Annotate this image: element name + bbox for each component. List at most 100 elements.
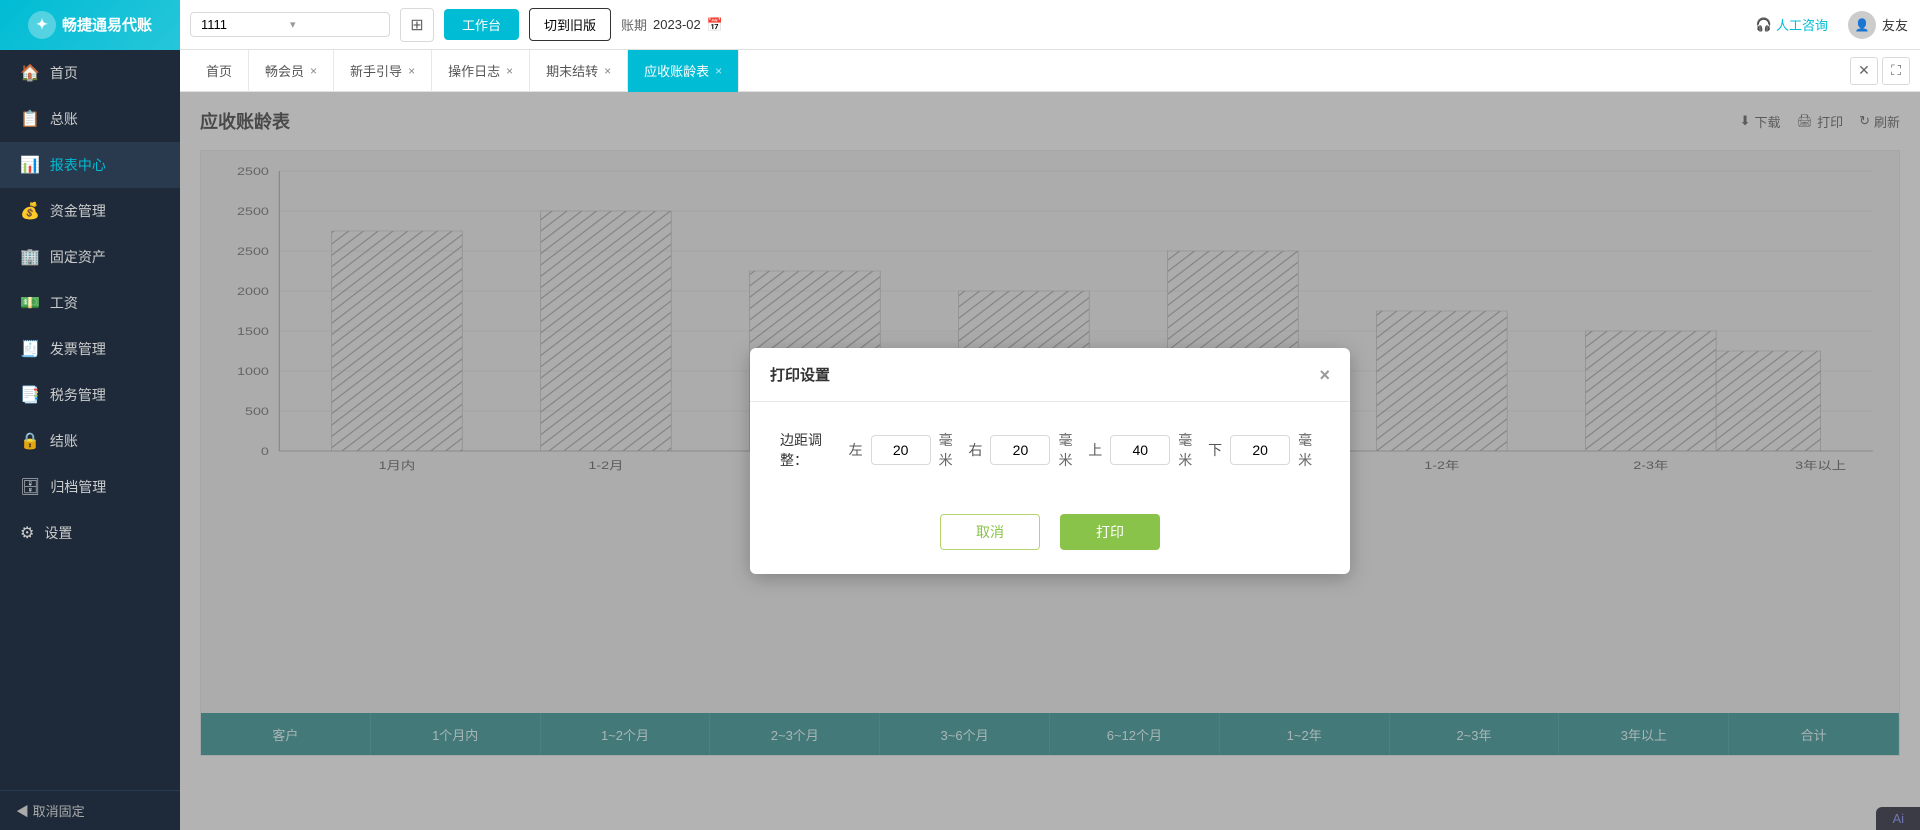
tab-oplog-close[interactable]: × xyxy=(506,64,513,78)
service-button[interactable]: 🎧 人工咨询 xyxy=(1756,15,1828,34)
dialog-close-button[interactable]: × xyxy=(1319,366,1330,384)
right-unit: 毫米 xyxy=(1058,430,1080,470)
top-margin-input[interactable] xyxy=(1110,435,1170,465)
archive-icon: 🗄 xyxy=(20,477,40,497)
chevron-down-icon: ▾ xyxy=(290,18,379,31)
workbench-button[interactable]: 工作台 xyxy=(444,9,519,40)
user-button[interactable]: 👤 友友 xyxy=(1848,11,1908,39)
sidebar-label-funds: 资金管理 xyxy=(50,201,106,221)
margin-adjust-label: 边距调整： xyxy=(780,430,835,470)
sidebar-label-home: 首页 xyxy=(50,63,78,83)
sidebar-scroll: 🏠 首页 📋 总账 📊 报表中心 💰 资金管理 🏢 固定资产 💵 工资 xyxy=(0,50,180,790)
tab-member[interactable]: 畅会员 × xyxy=(249,50,334,92)
switch-version-button[interactable]: 切到旧版 xyxy=(529,8,611,41)
sidebar-label-assets: 固定资产 xyxy=(50,247,106,267)
ledger-icon: 📋 xyxy=(20,109,40,129)
sidebar-label-ledger: 总账 xyxy=(50,109,78,129)
tab-ar-aging-label: 应收账龄表 xyxy=(644,61,709,80)
sidebar-item-close[interactable]: 🔒 结账 xyxy=(0,418,180,464)
bottom-label: 下 xyxy=(1208,440,1222,460)
logo-icon: ✦ xyxy=(28,11,56,39)
sidebar-bottom-label: ◀ 取消固定 xyxy=(16,801,85,820)
settings-icon: ⚙ xyxy=(20,523,34,543)
home-icon: 🏠 xyxy=(20,63,40,83)
service-label: 人工咨询 xyxy=(1776,15,1828,34)
sidebar-label-tax: 税务管理 xyxy=(50,385,106,405)
funds-icon: 💰 xyxy=(20,201,40,221)
top-header: ✦ 畅捷通易代账 1111 ▾ ⊞ 工作台 切到旧版 账期 2023-02 📅 … xyxy=(0,0,1920,50)
tab-ar-aging-close[interactable]: × xyxy=(715,64,722,78)
calendar-icon[interactable]: 📅 xyxy=(707,17,723,33)
sidebar-item-assets[interactable]: 🏢 固定资产 xyxy=(0,234,180,280)
left-unit: 毫米 xyxy=(939,430,961,470)
sidebar: 🏠 首页 📋 总账 📊 报表中心 💰 资金管理 🏢 固定资产 💵 工资 xyxy=(0,50,180,830)
cancel-button[interactable]: 取消 xyxy=(940,514,1040,550)
tax-icon: 📑 xyxy=(20,385,40,405)
sidebar-item-archive[interactable]: 🗄 归档管理 xyxy=(0,464,180,510)
dialog-header: 打印设置 × xyxy=(750,348,1350,402)
sidebar-item-tax[interactable]: 📑 税务管理 xyxy=(0,372,180,418)
page-content: 应收账龄表 ⬇ 下载 🖨 打印 ↻ 刷新 xyxy=(180,92,1920,830)
user-label: 友友 xyxy=(1882,15,1908,34)
margin-row: 边距调整： 左 毫米 右 毫米 上 毫米 下 毫米 xyxy=(780,430,1320,470)
top-unit: 毫米 xyxy=(1178,430,1200,470)
header-right: 🎧 人工咨询 👤 友友 xyxy=(1756,11,1908,39)
right-label: 右 xyxy=(968,440,982,460)
sidebar-label-reports: 报表中心 xyxy=(50,155,106,175)
headset-icon: 🎧 xyxy=(1756,17,1772,33)
sidebar-label-archive: 归档管理 xyxy=(50,477,106,497)
company-selector[interactable]: 1111 ▾ xyxy=(190,12,390,37)
period-value: 2023-02 xyxy=(653,17,701,32)
reports-icon: 📊 xyxy=(20,155,40,175)
tab-period-close[interactable]: 期末结转 × xyxy=(530,50,628,92)
period-label: 账期 xyxy=(621,15,647,34)
sidebar-item-home[interactable]: 🏠 首页 xyxy=(0,50,180,96)
sidebar-item-ledger[interactable]: 📋 总账 xyxy=(0,96,180,142)
sidebar-item-settings[interactable]: ⚙ 设置 xyxy=(0,510,180,556)
tab-actions: ✕ ⛶ xyxy=(1850,57,1910,85)
tab-close-all-button[interactable]: ✕ xyxy=(1850,57,1878,85)
tab-expand-button[interactable]: ⛶ xyxy=(1882,57,1910,85)
content-area: 首页 畅会员 × 新手引导 × 操作日志 × 期末结转 × 应收账龄表 × xyxy=(180,50,1920,830)
left-margin-input[interactable] xyxy=(871,435,931,465)
tab-member-label: 畅会员 xyxy=(265,61,304,80)
tab-guide-close[interactable]: × xyxy=(408,64,415,78)
avatar: 👤 xyxy=(1848,11,1876,39)
period-area: 账期 2023-02 📅 xyxy=(621,15,723,34)
tab-member-close[interactable]: × xyxy=(310,64,317,78)
sidebar-collapse-button[interactable]: ◀ 取消固定 xyxy=(0,790,180,830)
tab-oplog[interactable]: 操作日志 × xyxy=(432,50,530,92)
top-label: 上 xyxy=(1088,440,1102,460)
tab-period-close-label: 期末结转 xyxy=(546,61,598,80)
tab-guide-label: 新手引导 xyxy=(350,61,402,80)
app-title: 畅捷通易代账 xyxy=(62,14,152,35)
tab-ar-aging[interactable]: 应收账龄表 × xyxy=(628,50,739,92)
assets-icon: 🏢 xyxy=(20,247,40,267)
copy-icon[interactable]: ⊞ xyxy=(400,8,434,42)
print-dialog: 打印设置 × 边距调整： 左 毫米 右 毫米 上 xyxy=(750,348,1350,574)
tab-period-close-close[interactable]: × xyxy=(604,64,611,78)
sidebar-label-invoice: 发票管理 xyxy=(50,339,106,359)
close-account-icon: 🔒 xyxy=(20,431,40,451)
invoice-icon: 🧾 xyxy=(20,339,40,359)
sidebar-label-settings: 设置 xyxy=(44,523,72,543)
print-confirm-button[interactable]: 打印 xyxy=(1060,514,1160,550)
sidebar-item-reports[interactable]: 📊 报表中心 xyxy=(0,142,180,188)
tab-bar: 首页 畅会员 × 新手引导 × 操作日志 × 期末结转 × 应收账龄表 × xyxy=(180,50,1920,92)
dialog-title: 打印设置 xyxy=(770,364,830,385)
left-label: 左 xyxy=(849,440,863,460)
bottom-margin-input[interactable] xyxy=(1230,435,1290,465)
tab-home-label: 首页 xyxy=(206,61,232,80)
logo-area: ✦ 畅捷通易代账 xyxy=(0,0,180,50)
tab-oplog-label: 操作日志 xyxy=(448,61,500,80)
sidebar-label-close: 结账 xyxy=(50,431,78,451)
dialog-overlay: 打印设置 × 边距调整： 左 毫米 右 毫米 上 xyxy=(180,92,1920,830)
tab-guide[interactable]: 新手引导 × xyxy=(334,50,432,92)
main-layout: 🏠 首页 📋 总账 📊 报表中心 💰 资金管理 🏢 固定资产 💵 工资 xyxy=(0,50,1920,830)
sidebar-item-invoice[interactable]: 🧾 发票管理 xyxy=(0,326,180,372)
sidebar-item-funds[interactable]: 💰 资金管理 xyxy=(0,188,180,234)
dialog-footer: 取消 打印 xyxy=(750,498,1350,574)
right-margin-input[interactable] xyxy=(990,435,1050,465)
tab-home[interactable]: 首页 xyxy=(190,50,249,92)
sidebar-item-payroll[interactable]: 💵 工资 xyxy=(0,280,180,326)
